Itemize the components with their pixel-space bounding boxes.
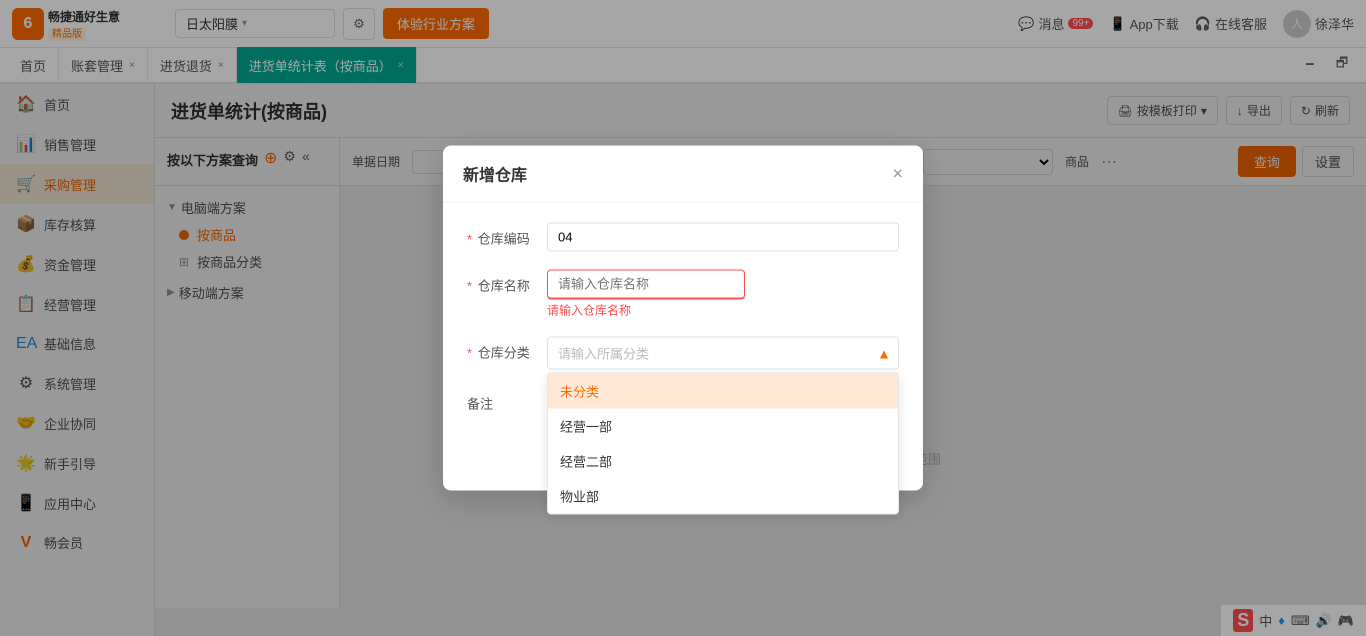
dropdown-option-uncategorized-label: 未分类 xyxy=(560,385,599,400)
warehouse-name-input[interactable] xyxy=(547,270,745,300)
dropdown-option-dept1-label: 经营一部 xyxy=(560,420,612,435)
warehouse-name-row: * 仓库名称 请输入仓库名称 xyxy=(467,270,899,319)
required-star3: * xyxy=(467,346,472,361)
modal-close-button[interactable]: × xyxy=(892,163,903,184)
dropdown-option-dept2[interactable]: 经营二部 xyxy=(548,444,898,479)
dropdown-option-property-label: 物业部 xyxy=(560,490,599,505)
category-dropdown-list: 未分类 经营一部 经营二部 物业部 xyxy=(547,373,899,515)
warehouse-code-input[interactable] xyxy=(547,223,899,252)
warehouse-note-label: 备注 xyxy=(467,388,547,413)
dropdown-option-dept1[interactable]: 经营一部 xyxy=(548,409,898,444)
warehouse-category-row: * 仓库分类 请输入所属分类 ▲ 未分类 经营一部 经营二部 xyxy=(467,337,899,370)
modal-body: * 仓库编码 * 仓库名称 请输入仓库名称 * 仓库分类 xyxy=(443,203,923,417)
warehouse-code-label: * 仓库编码 xyxy=(467,223,547,248)
warehouse-name-error: 请输入仓库名称 xyxy=(547,302,745,319)
dropdown-option-uncategorized[interactable]: 未分类 xyxy=(548,374,898,409)
dropdown-arrow-up-icon: ▲ xyxy=(877,345,891,361)
dropdown-option-dept2-label: 经营二部 xyxy=(560,455,612,470)
category-dropdown-wrapper: 请输入所属分类 ▲ 未分类 经营一部 经营二部 物业部 xyxy=(547,337,899,370)
category-placeholder: 请输入所属分类 xyxy=(558,344,649,363)
warehouse-category-label: * 仓库分类 xyxy=(467,337,547,362)
modal-title: 新增仓库 xyxy=(463,162,527,186)
category-dropdown-trigger[interactable]: 请输入所属分类 ▲ xyxy=(547,337,899,370)
dropdown-option-property[interactable]: 物业部 xyxy=(548,479,898,514)
required-star: * xyxy=(467,232,472,247)
warehouse-name-label: * 仓库名称 xyxy=(467,270,547,295)
add-warehouse-modal: 新增仓库 × * 仓库编码 * 仓库名称 请输入仓库名称 xyxy=(443,146,923,491)
warehouse-code-row: * 仓库编码 xyxy=(467,223,899,252)
modal-header: 新增仓库 × xyxy=(443,146,923,203)
required-star2: * xyxy=(467,279,472,294)
